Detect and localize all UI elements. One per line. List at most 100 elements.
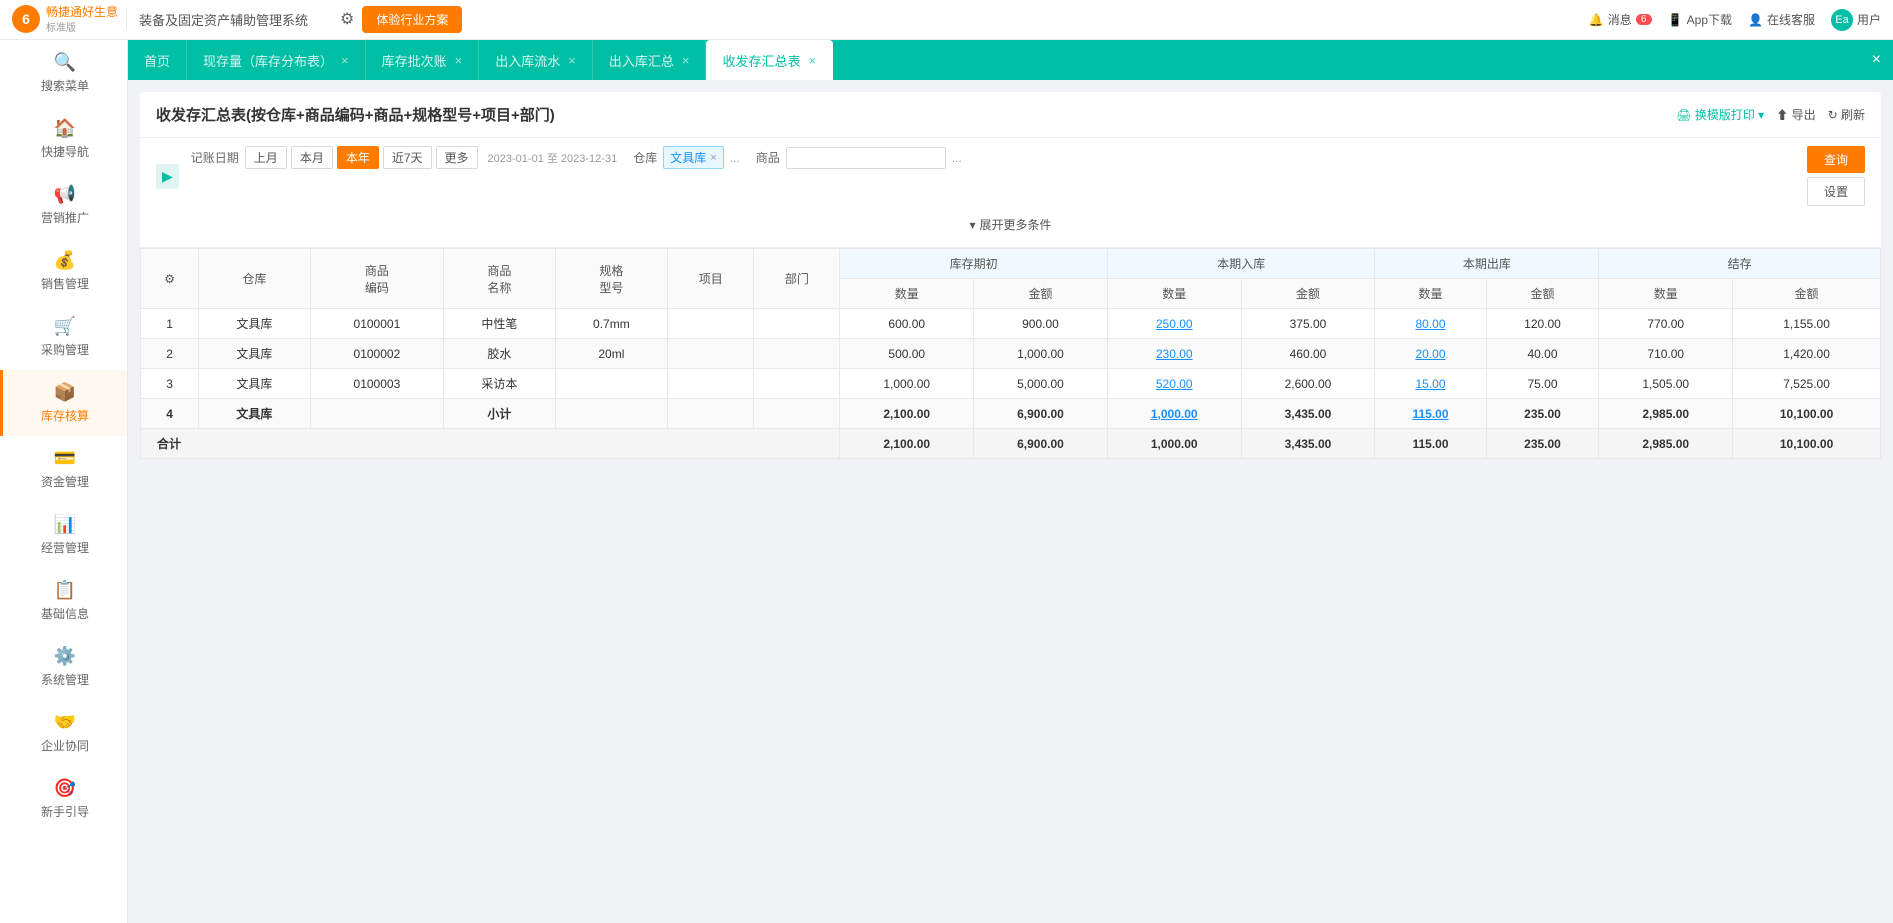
page-title: 收发存汇总表(按仓库+商品编码+商品+规格型号+项目+部门) <box>156 104 555 125</box>
user-menu[interactable]: Ea 用户 <box>1831 9 1881 31</box>
date-curr-month[interactable]: 本月 <box>291 146 333 169</box>
tab-inout-flow[interactable]: 出入库流水 × <box>479 40 593 80</box>
sidebar-item-sales[interactable]: 💰 销售管理 <box>0 238 127 304</box>
operations-icon: 📊 <box>54 514 76 535</box>
td-out-qty[interactable]: 20.00 <box>1375 339 1486 369</box>
sidebar-label-enterprise: 企业协同 <box>41 737 89 754</box>
tab-recv-send[interactable]: 收发存汇总表 × <box>706 40 833 80</box>
sidebar-item-system[interactable]: ⚙️ 系统管理 <box>0 634 127 700</box>
sidebar-item-quick-nav[interactable]: 🏠 快捷导航 <box>0 106 127 172</box>
tab-inout-summary[interactable]: 出入库汇总 × <box>593 40 707 80</box>
tab-stock-dist[interactable]: 现存量（库存分布表） × <box>187 40 366 80</box>
warehouse-label: 仓库 <box>633 149 657 166</box>
td-name: 采访本 <box>444 369 555 399</box>
goods-label: 商品 <box>756 149 780 166</box>
sidebar-label-basic-info: 基础信息 <box>41 605 89 622</box>
print-icon: 🖨 <box>1676 108 1691 122</box>
date-filter: 记账日期 上月 本月 本年 近7天 更多 2023-01-01 至 2023-1… <box>191 146 617 169</box>
settings-icon[interactable]: ⚙ <box>340 9 354 29</box>
tab-home-label: 首页 <box>144 51 170 70</box>
td-in-amt: 2,600.00 <box>1241 369 1375 399</box>
td-project <box>668 339 754 369</box>
td-name: 中性笔 <box>444 309 555 339</box>
td-closing-amt: 1,420.00 <box>1733 339 1881 369</box>
th-out-qty: 数量 <box>1375 279 1486 309</box>
tab-home[interactable]: 首页 <box>128 40 187 80</box>
tab-batch-close[interactable]: × <box>455 53 463 68</box>
app-download[interactable]: 📱 App下载 <box>1668 11 1732 28</box>
experience-button[interactable]: 体验行业方案 <box>362 6 462 33</box>
tab-inout-flow-close[interactable]: × <box>568 53 576 68</box>
notifications-label: 消息 <box>1608 11 1632 28</box>
td-closing-qty: 770.00 <box>1599 309 1733 339</box>
goods-more[interactable]: ... <box>952 151 962 165</box>
td-closing-amt: 10,100.00 <box>1733 399 1881 429</box>
tab-inout-summary-close[interactable]: × <box>682 53 690 68</box>
td-out-qty[interactable]: 80.00 <box>1375 309 1486 339</box>
td-project <box>668 309 754 339</box>
sidebar-item-marketing[interactable]: 📢 营销推广 <box>0 172 127 238</box>
td-in-qty[interactable]: 520.00 <box>1107 369 1241 399</box>
sidebar-item-operations[interactable]: 📊 经营管理 <box>0 502 127 568</box>
td-project <box>668 369 754 399</box>
footer-out-amt: 235.00 <box>1486 429 1599 459</box>
expand-conditions-button[interactable]: ▾ 展开更多条件 <box>969 216 1051 233</box>
sidebar-label-purchase: 采购管理 <box>41 341 89 358</box>
sidebar-item-search[interactable]: 🔍 搜索菜单 <box>0 40 127 106</box>
sidebar-label-finance: 资金管理 <box>41 473 89 490</box>
footer-closing-amt: 10,100.00 <box>1733 429 1881 459</box>
sidebar-item-finance[interactable]: 💳 资金管理 <box>0 436 127 502</box>
td-out-qty[interactable]: 115.00 <box>1375 399 1486 429</box>
td-code: 0100001 <box>310 309 444 339</box>
td-closing-qty: 2,985.00 <box>1599 399 1733 429</box>
td-opening-amt: 6,900.00 <box>974 399 1108 429</box>
inventory-icon: 📦 <box>54 382 76 403</box>
date-curr-year[interactable]: 本年 <box>337 146 379 169</box>
td-out-qty[interactable]: 15.00 <box>1375 369 1486 399</box>
export-button[interactable]: ⬆ 导出 <box>1776 106 1815 123</box>
query-button[interactable]: 查询 <box>1807 146 1865 173</box>
warehouse-tag-close[interactable]: × <box>710 152 716 164</box>
th-settings[interactable]: ⚙ <box>141 249 199 309</box>
tab-stock-dist-close[interactable]: × <box>341 53 349 68</box>
filter-settings-button[interactable]: 设置 <box>1807 177 1865 206</box>
sidebar-item-guide[interactable]: 🎯 新手引导 <box>0 766 127 832</box>
td-in-amt: 460.00 <box>1241 339 1375 369</box>
refresh-button[interactable]: ↻ 刷新 <box>1828 106 1865 123</box>
td-in-qty[interactable]: 250.00 <box>1107 309 1241 339</box>
th-out-amt: 金额 <box>1486 279 1599 309</box>
date-7days[interactable]: 近7天 <box>383 146 432 169</box>
tab-batch[interactable]: 库存批次账 × <box>366 40 480 80</box>
close-all-tabs[interactable]: × <box>1860 51 1893 69</box>
td-spec <box>555 369 668 399</box>
th-in-amt: 金额 <box>1241 279 1375 309</box>
sidebar-label-marketing: 营销推广 <box>41 209 89 226</box>
sidebar-item-purchase[interactable]: 🛒 采购管理 <box>0 304 127 370</box>
sidebar-item-enterprise[interactable]: 🤝 企业协同 <box>0 700 127 766</box>
th-closing-amt: 金额 <box>1733 279 1881 309</box>
warehouse-more[interactable]: ... <box>730 151 740 165</box>
date-more[interactable]: 更多 <box>436 146 478 169</box>
sidebar-item-basic-info[interactable]: 📋 基础信息 <box>0 568 127 634</box>
date-prev-month[interactable]: 上月 <box>245 146 287 169</box>
td-closing-amt: 7,525.00 <box>1733 369 1881 399</box>
system-icon: ⚙️ <box>54 646 76 667</box>
notifications[interactable]: 🔔 消息 6 <box>1589 11 1652 28</box>
online-service[interactable]: 👤 在线客服 <box>1748 11 1815 28</box>
filter-actions: 查询 设置 <box>1807 146 1865 206</box>
th-out: 本期出库 <box>1375 249 1599 279</box>
goods-input[interactable] <box>786 147 946 169</box>
td-in-qty[interactable]: 1,000.00 <box>1107 399 1241 429</box>
footer-closing-qty: 2,985.00 <box>1599 429 1733 459</box>
chevron-down-icon: ▾ <box>1758 108 1764 122</box>
td-opening-qty: 500.00 <box>840 339 974 369</box>
tab-batch-label: 库存批次账 <box>382 51 447 70</box>
template-print-button[interactable]: 🖨 换模版打印 ▾ <box>1676 106 1764 123</box>
sidebar-label-sales: 销售管理 <box>41 275 89 292</box>
tab-inout-flow-label: 出入库流水 <box>495 51 560 70</box>
td-in-qty[interactable]: 230.00 <box>1107 339 1241 369</box>
sidebar-item-inventory[interactable]: 📦 库存核算 <box>0 370 127 436</box>
tab-recv-send-close[interactable]: × <box>808 53 816 68</box>
finance-icon: 💳 <box>54 448 76 469</box>
filter-collapse-button[interactable]: ▶ <box>156 164 179 189</box>
